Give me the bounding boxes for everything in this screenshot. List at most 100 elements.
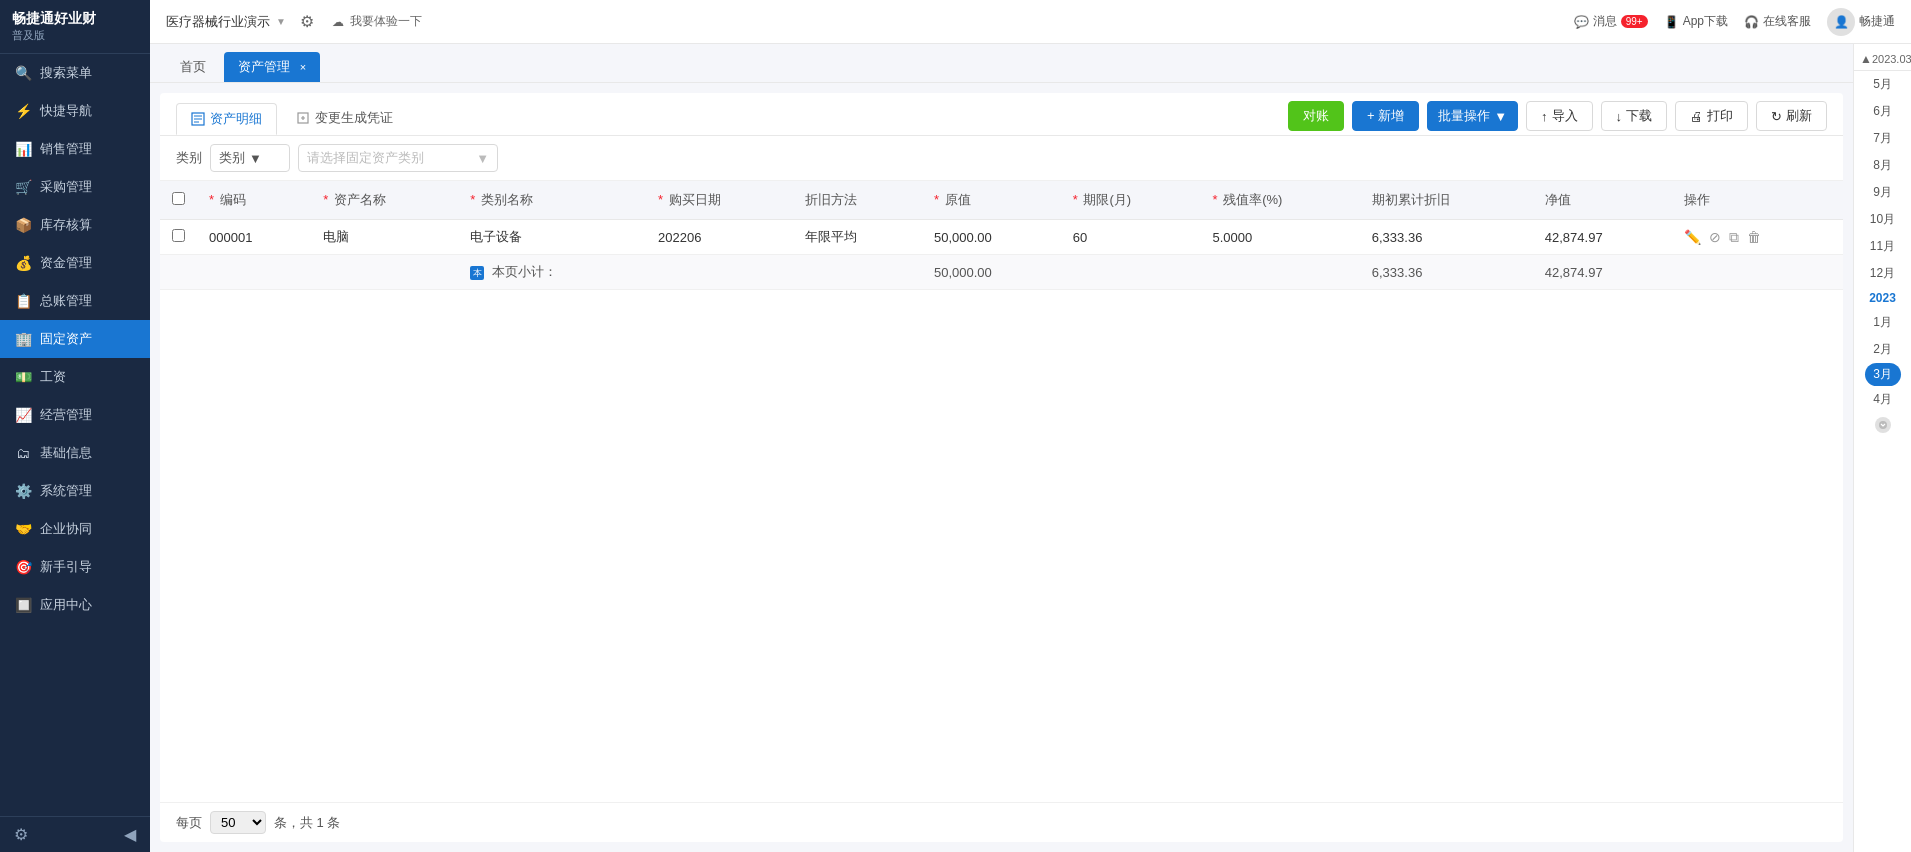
operations-icon: 📈 — [14, 407, 32, 423]
sidebar-item-collab[interactable]: 🤝 企业协同 — [0, 510, 150, 548]
row-checkbox[interactable] — [172, 229, 185, 242]
sidebar-item-finance[interactable]: 💰 资金管理 — [0, 244, 150, 282]
tab-home[interactable]: 首页 — [166, 52, 220, 82]
subtotal-depreciation: 6,333.36 — [1360, 255, 1533, 290]
month-4[interactable]: 4月 — [1865, 386, 1901, 413]
settings-icon[interactable]: ⚙ — [14, 825, 28, 844]
tab-asset-detail[interactable]: 资产明细 — [176, 103, 277, 135]
tab-change-voucher[interactable]: 变更生成凭证 — [281, 102, 408, 134]
sidebar-nav: 🔍 搜索菜单 ⚡ 快捷导航 📊 销售管理 🛒 采购管理 📦 库存核算 💰 资金管… — [0, 54, 150, 816]
table-row: 000001 电脑 电子设备 202206 — [160, 220, 1843, 255]
sidebar-item-search[interactable]: 🔍 搜索菜单 — [0, 54, 150, 92]
sidebar-item-system[interactable]: ⚙️ 系统管理 — [0, 472, 150, 510]
sidebar-item-guide[interactable]: 🎯 新手引导 — [0, 548, 150, 586]
company-selector[interactable]: 医疗器械行业演示 ▼ — [166, 13, 286, 31]
month-2[interactable]: 2月 — [1865, 336, 1901, 363]
curr-year-months: 1月 2月 3月 4月 — [1865, 309, 1901, 413]
month-11[interactable]: 11月 — [1870, 233, 1895, 260]
import-button[interactable]: ↑ 导入 — [1526, 101, 1593, 131]
search-icon: 🔍 — [14, 65, 32, 81]
month-8[interactable]: 8月 — [1870, 152, 1895, 179]
sidebar-item-purchase[interactable]: 🛒 采购管理 — [0, 168, 150, 206]
quicknav-icon: ⚡ — [14, 103, 32, 119]
print-button[interactable]: 🖨 打印 — [1675, 101, 1748, 131]
dropdown-arrow-icon: ▼ — [476, 151, 489, 166]
svg-point-7 — [1879, 421, 1887, 429]
delete-icon[interactable]: 🗑 — [1747, 229, 1761, 245]
year-label[interactable]: 2023 — [1854, 287, 1911, 309]
month-9[interactable]: 9月 — [1870, 179, 1895, 206]
assets-table: * 编码 * 资产名称 * 类别名称 — [160, 181, 1843, 290]
sidebar-item-sales[interactable]: 📊 销售管理 — [0, 130, 150, 168]
gear-icon[interactable]: ⚙ — [300, 12, 314, 31]
message-icon: 💬 — [1574, 15, 1589, 29]
month-3-active[interactable]: 3月 — [1865, 363, 1901, 386]
new-button[interactable]: + 新增 — [1352, 101, 1419, 131]
subtotal-icon: 本 — [470, 266, 484, 280]
month-10[interactable]: 10月 — [1870, 206, 1895, 233]
sidebar-item-label: 资金管理 — [40, 254, 92, 272]
total-label: 条，共 1 条 — [274, 814, 340, 832]
sidebar-item-inventory[interactable]: 📦 库存核算 — [0, 206, 150, 244]
tab-asset-mgmt[interactable]: 资产管理 × — [224, 52, 320, 82]
month-12[interactable]: 12月 — [1870, 260, 1895, 287]
app-title: 畅捷通好业财 — [12, 10, 138, 28]
sidebar-item-label: 采购管理 — [40, 178, 92, 196]
right-panel: ▲ 2023.03 ✕ ⛶ 5月 6月 7月 8月 9月 10月 11月 12月… — [1853, 44, 1911, 852]
refresh-button[interactable]: ↻ 刷新 — [1756, 101, 1827, 131]
copy-icon[interactable]: ⧉ — [1729, 229, 1739, 246]
batch-ops-button[interactable]: 批量操作 ▼ — [1427, 101, 1518, 131]
col-name: * 资产名称 — [311, 181, 458, 220]
month-6[interactable]: 6月 — [1870, 98, 1895, 125]
download-button[interactable]: ↓ 下载 — [1601, 101, 1668, 131]
category-type-select[interactable]: 类别 ▼ — [210, 144, 290, 172]
row-checkbox-cell[interactable] — [160, 220, 197, 255]
reconcile-button[interactable]: 对账 — [1288, 101, 1344, 131]
cloud-icon: ☁ — [332, 15, 344, 29]
refresh-icon: ↻ — [1771, 109, 1782, 124]
sidebar-item-salary[interactable]: 💵 工资 — [0, 358, 150, 396]
row-net-value: 42,874.97 — [1533, 220, 1672, 255]
app-download-btn[interactable]: 📱 App下载 — [1664, 13, 1728, 30]
tab-close-icon[interactable]: × — [300, 61, 306, 73]
sidebar-item-basicinfo[interactable]: 🗂 基础信息 — [0, 434, 150, 472]
collab-icon: 🤝 — [14, 521, 32, 537]
sidebar: 畅捷通好业财 普及版 🔍 搜索菜单 ⚡ 快捷导航 📊 销售管理 🛒 采购管理 📦… — [0, 0, 150, 852]
sidebar-item-quicknav[interactable]: ⚡ 快捷导航 — [0, 92, 150, 130]
up-arrow-icon[interactable]: ▲ — [1860, 52, 1872, 66]
online-service-btn[interactable]: 🎧 在线客服 — [1744, 13, 1811, 30]
sidebar-item-fixedassets[interactable]: 🏢 固定资产 — [0, 320, 150, 358]
col-actions: 操作 — [1672, 181, 1843, 220]
select-all-cell[interactable] — [160, 181, 197, 220]
company-name: 医疗器械行业演示 — [166, 13, 270, 31]
select-arrow-icon: ▼ — [249, 151, 262, 166]
scroll-down-icon[interactable] — [1875, 417, 1891, 433]
collapse-icon[interactable]: ◀ — [124, 825, 136, 844]
row-code: 000001 — [197, 220, 311, 255]
category-dropdown[interactable]: 请选择固定资产类别 ▼ — [298, 144, 498, 172]
col-original-value: * 原值 — [922, 181, 1061, 220]
sidebar-item-operations[interactable]: 📈 经营管理 — [0, 396, 150, 434]
disable-icon[interactable]: ⊘ — [1709, 229, 1721, 245]
sidebar-footer: ⚙ ◀ — [0, 816, 150, 852]
service-icon: 🎧 — [1744, 15, 1759, 29]
subtotal-label: 本页小计： — [492, 264, 557, 279]
experience-btn[interactable]: ☁ 我要体验一下 — [332, 13, 422, 30]
user-profile[interactable]: 👤 畅捷通 — [1827, 8, 1895, 36]
month-5[interactable]: 5月 — [1870, 71, 1895, 98]
per-page-select[interactable]: 50 100 — [210, 811, 266, 834]
filter-row: 类别 类别 ▼ 请选择固定资产类别 ▼ — [160, 136, 1843, 181]
sidebar-item-appcenter[interactable]: 🔲 应用中心 — [0, 586, 150, 624]
messages-btn[interactable]: 💬 消息 99+ — [1574, 13, 1648, 30]
month-7[interactable]: 7月 — [1870, 125, 1895, 152]
guide-icon: 🎯 — [14, 559, 32, 575]
company-arrow-icon: ▼ — [276, 16, 286, 27]
edit-icon[interactable]: ✏️ — [1684, 229, 1701, 245]
subtotal-net: 42,874.97 — [1533, 255, 1672, 290]
appcenter-icon: 🔲 — [14, 597, 32, 613]
sidebar-item-ledger[interactable]: 📋 总账管理 — [0, 282, 150, 320]
select-all-checkbox[interactable] — [172, 192, 185, 205]
row-category: 电子设备 — [458, 220, 646, 255]
month-1[interactable]: 1月 — [1865, 309, 1901, 336]
sidebar-item-label: 总账管理 — [40, 292, 92, 310]
